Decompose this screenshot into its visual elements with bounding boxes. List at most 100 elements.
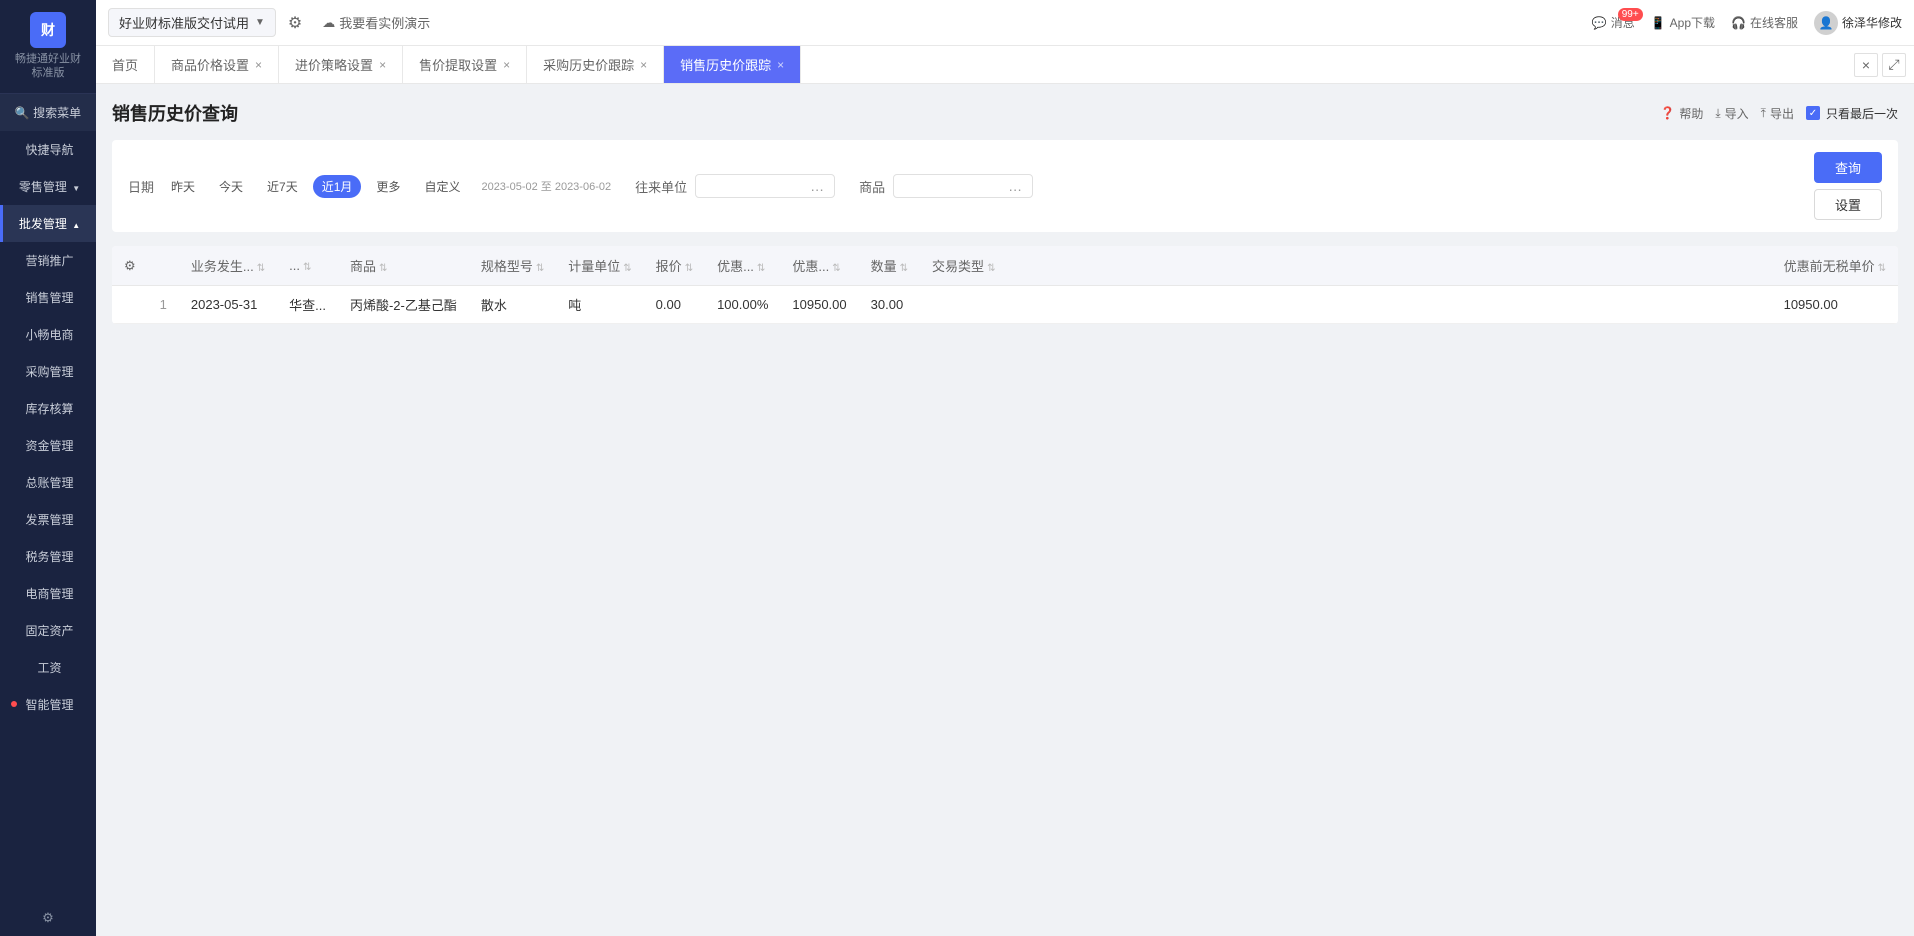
sidebar-ecommerce-small-label: 小畅电商	[25, 328, 73, 342]
col-index	[148, 246, 179, 286]
col-qty[interactable]: 数量⇅	[859, 246, 920, 286]
date-today[interactable]: 今天	[210, 175, 252, 198]
tab-price-extract[interactable]: 售价提取设置 ×	[403, 46, 527, 84]
date-options: 昨天 今天 近7天 近1月 更多 自定义	[162, 175, 469, 198]
sidebar-item-sales[interactable]: 销售管理	[0, 279, 96, 316]
col-biz-date[interactable]: 业务发生...⇅	[179, 246, 277, 286]
only-last-checkbox[interactable]: ✓ 只看最后一次	[1806, 105, 1898, 122]
sidebar-search[interactable]: 🔍 搜索菜单	[0, 94, 96, 131]
app-download-button[interactable]: 📱 App下载	[1651, 14, 1715, 31]
online-service-button[interactable]: 🎧 在线客服	[1731, 14, 1798, 31]
date-custom[interactable]: 自定义	[415, 175, 469, 198]
sidebar-item-inventory[interactable]: 库存核算	[0, 390, 96, 427]
table-header-row: ⚙ 业务发生...⇅ ...⇅ 商品⇅ 规格型号⇅ 计量单位⇅ 报价⇅ 优惠..…	[112, 246, 1898, 286]
demo-label: 我要看实例演示	[339, 13, 430, 32]
tab-price-extract-close[interactable]: ×	[503, 58, 510, 72]
row-spec: 散水	[469, 286, 556, 324]
sidebar-retail-label: 零售管理	[19, 180, 67, 194]
user-info[interactable]: 👤 徐泽华修改	[1814, 11, 1902, 35]
page-header: 销售历史价查询 ❓ 帮助 ⤓ 导入 ⤒ 导出 ✓ 只看最后一次	[112, 100, 1898, 126]
source-input[interactable]	[704, 179, 804, 194]
sidebar-item-accounting[interactable]: 总账管理	[0, 464, 96, 501]
date-last7days[interactable]: 近7天	[258, 175, 307, 198]
gear-icon: ⚙	[42, 910, 54, 925]
sidebar-item-ecommerce-small[interactable]: 小畅电商	[0, 316, 96, 353]
col-discount-amt[interactable]: 优惠...⇅	[780, 246, 858, 286]
help-link[interactable]: ❓ 帮助	[1660, 105, 1703, 122]
sidebar-item-wholesale[interactable]: 批发管理	[0, 205, 96, 242]
row-biz-date: 2023-05-31	[179, 286, 277, 324]
sidebar-item-tax[interactable]: 税务管理	[0, 538, 96, 575]
product-input-wrap: …	[893, 174, 1033, 198]
sidebar-item-payroll[interactable]: 工资	[0, 649, 96, 686]
tab-home-label: 首页	[112, 55, 138, 74]
page-content: 销售历史价查询 ❓ 帮助 ⤓ 导入 ⤒ 导出 ✓ 只看最后一次	[96, 84, 1914, 936]
query-button[interactable]: 查询	[1814, 152, 1882, 183]
sidebar-item-marketing[interactable]: 营销推广	[0, 242, 96, 279]
row-discount-pct: 100.00%	[705, 286, 780, 324]
source-filter-group: 往来单位 …	[635, 174, 835, 198]
col-pretax-price[interactable]: 优惠前无税单价⇅	[1772, 246, 1898, 286]
tab-price-strategy-close[interactable]: ×	[379, 58, 386, 72]
data-table-wrap: ⚙ 业务发生...⇅ ...⇅ 商品⇅ 规格型号⇅ 计量单位⇅ 报价⇅ 优惠..…	[112, 246, 1898, 324]
sidebar-item-invoice[interactable]: 发票管理	[0, 501, 96, 538]
sidebar-item-quick-nav[interactable]: 快捷导航	[0, 131, 96, 168]
demo-button[interactable]: ☁ 我要看实例演示	[314, 9, 438, 36]
col-unit[interactable]: 计量单位⇅	[556, 246, 643, 286]
sidebar-item-retail[interactable]: 零售管理	[0, 168, 96, 205]
message-button[interactable]: 💬 消息 99+	[1592, 14, 1635, 31]
tab-home[interactable]: 首页	[96, 46, 155, 84]
sidebar-item-assets[interactable]: 固定资产	[0, 612, 96, 649]
row-unit: 吨	[556, 286, 643, 324]
col-extra[interactable]: ...⇅	[277, 246, 338, 286]
topbar-settings-icon[interactable]: ⚙	[284, 9, 306, 37]
tab-sales-history[interactable]: 销售历史价跟踪 ×	[664, 46, 801, 84]
only-last-label: 只看最后一次	[1826, 105, 1898, 122]
row-price: 0.00	[644, 286, 705, 324]
sidebar-settings-button[interactable]: ⚙	[0, 900, 96, 936]
product-input[interactable]	[902, 179, 1002, 194]
export-label: 导出	[1770, 105, 1794, 122]
app-logo-text: 畅捷通好业财标准版	[8, 52, 88, 81]
message-icon: 💬	[1592, 16, 1607, 30]
date-more[interactable]: 更多	[367, 175, 409, 198]
col-trade-type[interactable]: 交易类型⇅	[920, 246, 1007, 286]
col-discount-pct[interactable]: 优惠...⇅	[705, 246, 780, 286]
source-filter-label: 往来单位	[635, 177, 687, 196]
date-last1month[interactable]: 近1月	[313, 175, 362, 198]
sidebar-item-purchase[interactable]: 采购管理	[0, 353, 96, 390]
sidebar-inventory-label: 库存核算	[25, 402, 73, 416]
col-spec[interactable]: 规格型号⇅	[469, 246, 556, 286]
sidebar-item-ecommerce[interactable]: 电商管理	[0, 575, 96, 612]
export-link[interactable]: ⤒ 导出	[1761, 105, 1794, 122]
row-settings[interactable]	[112, 286, 148, 324]
tab-price-strategy[interactable]: 进价策略设置 ×	[279, 46, 403, 84]
date-range-display: 2023-05-02 至 2023-06-02	[481, 178, 611, 194]
tabs-bar: 首页 商品价格设置 × 进价策略设置 × 售价提取设置 × 采购历史价跟踪 × …	[96, 46, 1914, 84]
sidebar-item-finance[interactable]: 资金管理	[0, 427, 96, 464]
tab-close-button[interactable]: ×	[1854, 53, 1878, 77]
row-product: 丙烯酸-2-乙基己酯	[338, 286, 469, 324]
col-price[interactable]: 报价⇅	[644, 246, 705, 286]
sidebar-marketing-label: 营销推广	[25, 254, 73, 268]
tab-product-price[interactable]: 商品价格设置 ×	[155, 46, 279, 84]
page-title: 销售历史价查询	[112, 100, 238, 126]
sidebar-accounting-label: 总账管理	[25, 476, 73, 490]
tab-sales-history-close[interactable]: ×	[777, 58, 784, 72]
tab-purchase-history-close[interactable]: ×	[640, 58, 647, 72]
sidebar-item-smart[interactable]: 智能管理	[0, 686, 96, 723]
tab-purchase-history[interactable]: 采购历史价跟踪 ×	[527, 46, 664, 84]
col-settings[interactable]: ⚙	[112, 246, 148, 286]
module-selector[interactable]: 好业财标准版交付试用 ▼	[108, 8, 276, 37]
source-dots-button[interactable]: …	[808, 178, 826, 194]
date-yesterday[interactable]: 昨天	[162, 175, 204, 198]
tab-expand-button[interactable]: ⤢	[1882, 53, 1906, 77]
col-product[interactable]: 商品⇅	[338, 246, 469, 286]
checkbox-icon: ✓	[1806, 106, 1820, 120]
tab-product-price-close[interactable]: ×	[255, 58, 262, 72]
import-link[interactable]: ⤓ 导入	[1715, 105, 1748, 122]
sidebar-quicknav-label: 快捷导航	[25, 143, 73, 157]
settings-button[interactable]: 设置	[1814, 189, 1882, 220]
row-discount-amt: 10950.00	[780, 286, 858, 324]
product-dots-button[interactable]: …	[1006, 178, 1024, 194]
